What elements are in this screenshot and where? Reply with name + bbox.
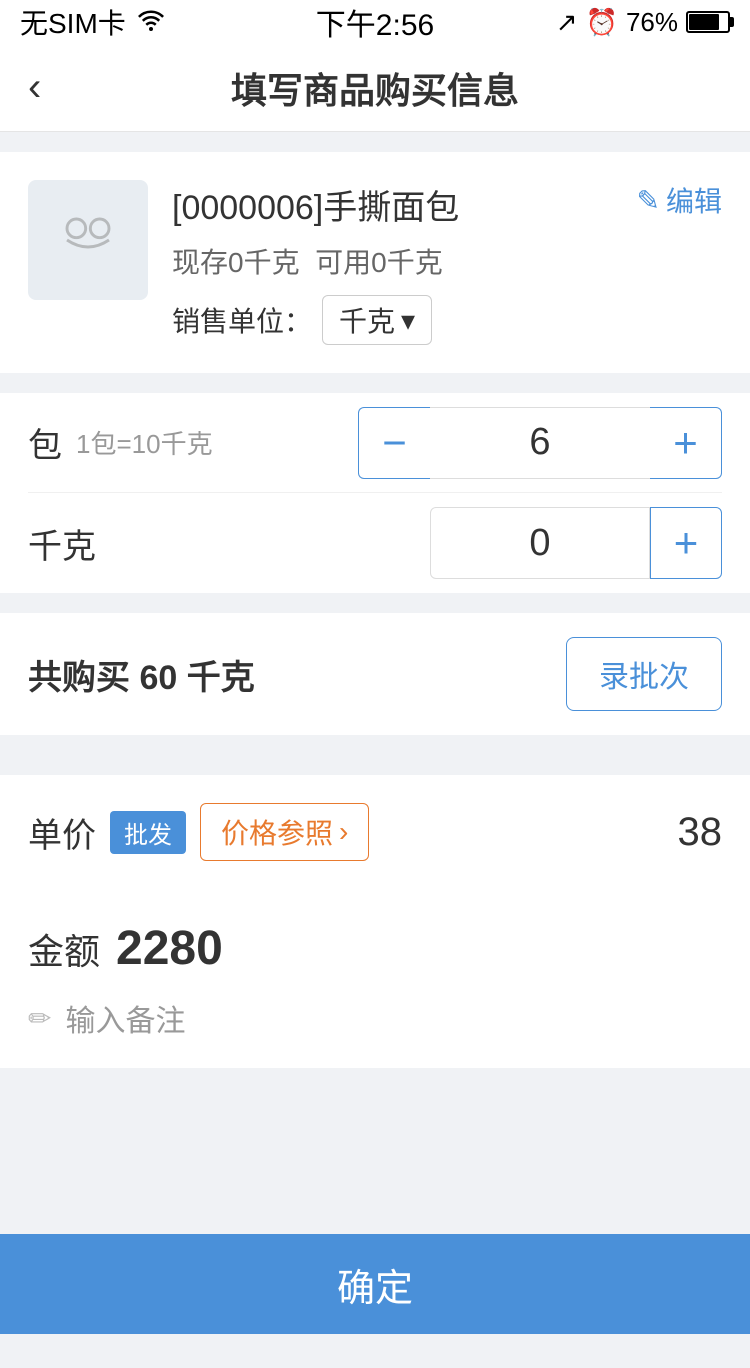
record-batch-button[interactable]: 录批次 — [566, 637, 722, 711]
amount-value: 2280 — [116, 921, 223, 976]
amount-label: 金额 — [28, 923, 100, 975]
location-icon: ↗ — [556, 7, 578, 38]
price-row: 单价 批发 价格参照 › 38 — [28, 803, 722, 861]
status-bar: 无SIM卡 下午2:56 ↗ ⏰ 76% — [0, 0, 750, 44]
section-divider-2 — [0, 593, 750, 613]
kg-input[interactable] — [430, 507, 650, 579]
back-button[interactable]: ‹ — [28, 65, 41, 110]
kg-input-row: 千克 + — [28, 493, 722, 593]
battery-percent: 76% — [626, 7, 678, 38]
price-tag: 批发 — [110, 811, 186, 854]
price-label-group: 单价 批发 价格参照 › — [28, 803, 369, 861]
pencil-icon: ✏ — [28, 1002, 51, 1035]
kg-label: 千克 — [28, 519, 96, 568]
package-input-row: 包 1包=10千克 − + — [28, 393, 722, 493]
page-title: 填写商品购买信息 — [231, 62, 519, 114]
edit-icon: ✎ — [637, 184, 660, 217]
carrier-label: 无SIM卡 — [20, 2, 126, 42]
package-plus-button[interactable]: + — [650, 407, 722, 479]
battery-icon — [686, 11, 730, 33]
package-stepper: − + — [358, 407, 722, 479]
package-label: 包 — [28, 418, 62, 467]
wifi-icon — [136, 6, 166, 38]
amount-section: 金额 2280 ✏ 输入备注 — [0, 889, 750, 1068]
edit-button[interactable]: ✎ 编辑 — [637, 180, 722, 220]
amount-row: 金额 2280 — [28, 921, 722, 976]
product-card: [0000006]手撕面包 现存0千克 可用0千克 销售单位： 千克 ▾ ✎ 编… — [0, 152, 750, 373]
total-text: 共购买 60 千克 — [28, 650, 255, 699]
price-reference-button[interactable]: 价格参照 › — [200, 803, 369, 861]
confirm-text: 确定 — [337, 1257, 413, 1312]
nav-bar: ‹ 填写商品购买信息 — [0, 44, 750, 132]
price-label: 单价 — [28, 808, 96, 857]
product-unit-row: 销售单位： 千克 ▾ — [172, 295, 722, 345]
confirm-bar[interactable]: 确定 — [0, 1234, 750, 1334]
product-image — [28, 180, 148, 300]
remark-placeholder: 输入备注 — [65, 996, 185, 1040]
kg-plus-button[interactable]: + — [650, 507, 722, 579]
input-section: 包 1包=10千克 − + 千克 + — [0, 393, 750, 593]
section-divider-3 — [0, 735, 750, 755]
alarm-icon: ⏰ — [586, 7, 618, 38]
total-row: 共购买 60 千克 录批次 — [0, 613, 750, 735]
package-minus-button[interactable]: − — [358, 407, 430, 479]
package-sublabel: 1包=10千克 — [76, 424, 213, 461]
status-right: ↗ ⏰ 76% — [556, 7, 730, 38]
unit-dropdown[interactable]: 千克 ▾ — [322, 295, 432, 345]
price-section: 单价 批发 价格参照 › 38 — [0, 775, 750, 889]
section-divider-1 — [0, 373, 750, 393]
remark-row[interactable]: ✏ 输入备注 — [28, 996, 722, 1040]
status-left: 无SIM卡 — [20, 2, 166, 42]
kg-stepper: + — [430, 507, 722, 579]
status-time: 下午2:56 — [316, 0, 434, 44]
price-value: 38 — [678, 810, 723, 855]
product-stock: 现存0千克 可用0千克 — [172, 241, 722, 281]
package-input[interactable] — [430, 407, 650, 479]
